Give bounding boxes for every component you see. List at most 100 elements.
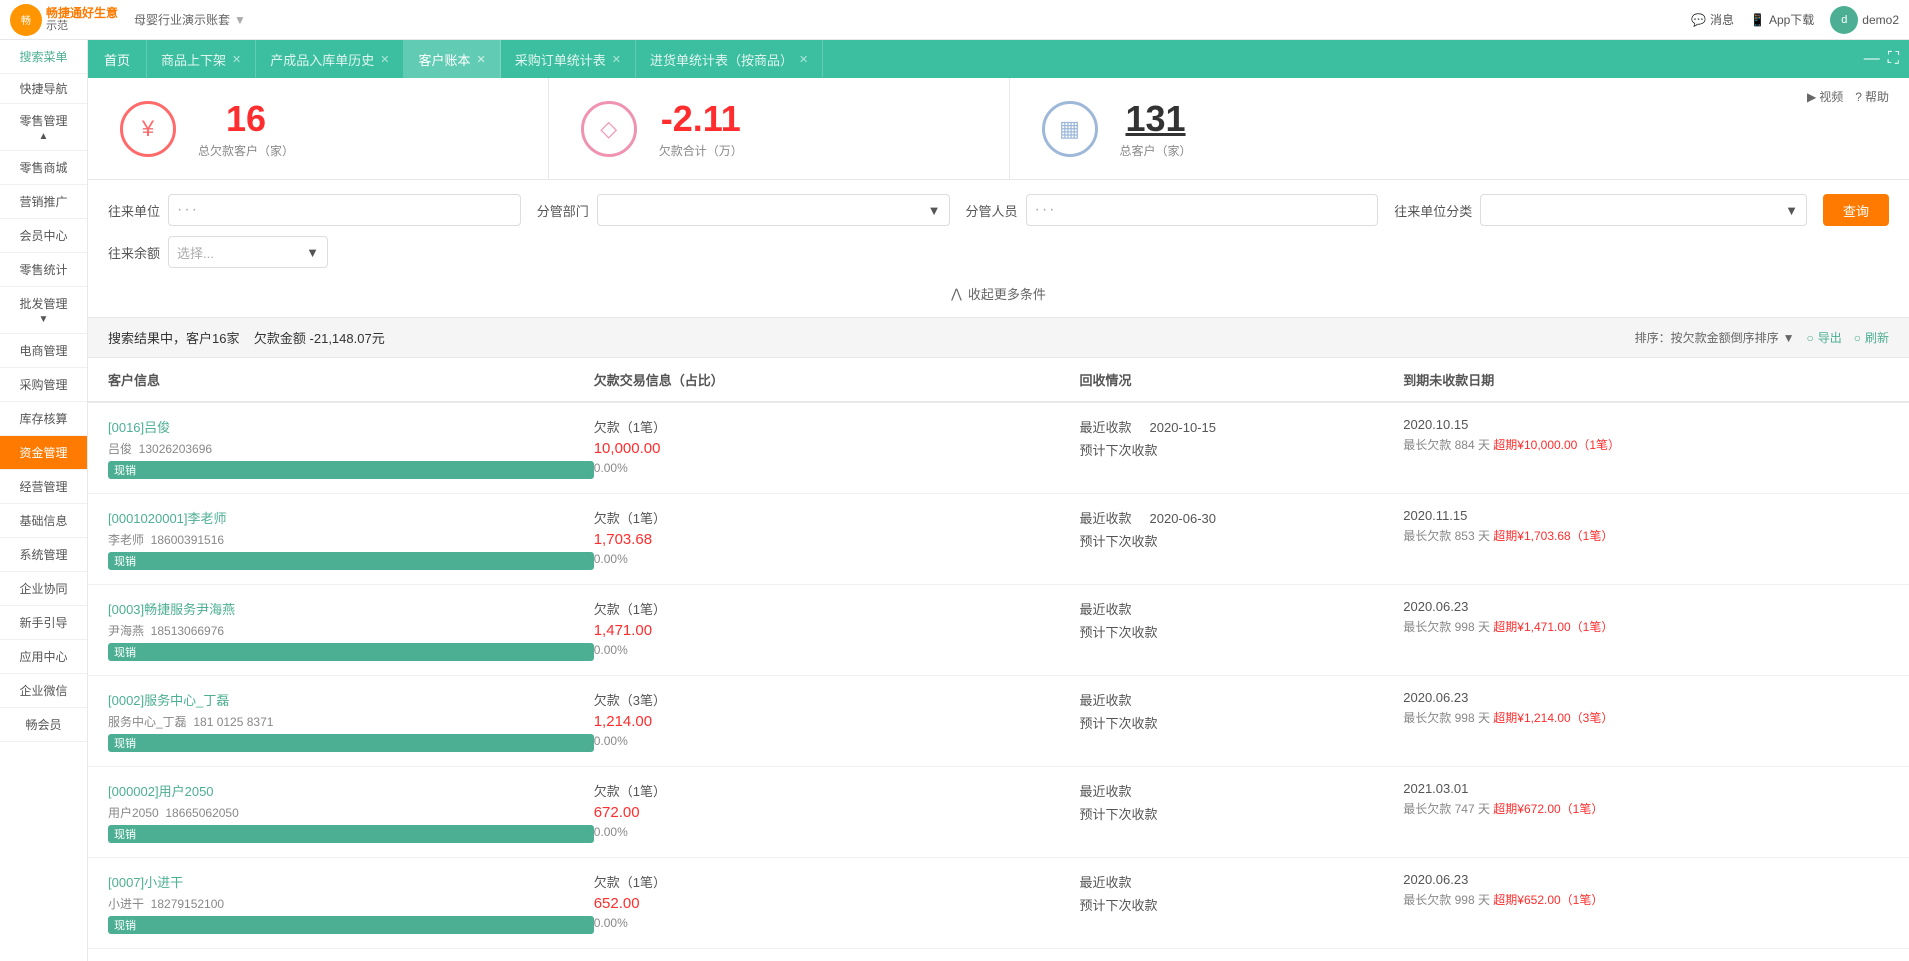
sidebar-item-app-center[interactable]: 应用中心 (0, 640, 87, 674)
customer-name-link[interactable]: [0007]小进干 (108, 872, 594, 891)
chevron-down-icon: ▼ (1785, 203, 1798, 218)
cell-debt-3: 欠款（1笔） 1,471.00 0.00% (594, 599, 1080, 661)
video-btn[interactable]: ▶ 视频 (1807, 88, 1843, 105)
message-btn[interactable]: 💬 消息 (1691, 11, 1734, 28)
customer-name-link[interactable]: [0003]畅捷服务尹海燕 (108, 599, 594, 618)
cell-collection-3: 最近收款 预计下次收款 (1079, 599, 1403, 661)
chevron-up-icon: ▲ (39, 131, 49, 142)
sidebar-item-wholesale[interactable]: 批发管理▼ (0, 287, 87, 334)
sidebar-quick-nav[interactable]: 快捷导航 (0, 74, 87, 104)
cell-collection-4: 最近收款 预计下次收款 (1079, 690, 1403, 752)
sidebar-item-system[interactable]: 系统管理 (0, 538, 87, 572)
close-icon[interactable]: ✕ (799, 53, 808, 66)
sidebar-item-newbie[interactable]: 新手引导 (0, 606, 87, 640)
logo-icon: 畅 (10, 4, 42, 36)
overdue-link[interactable]: 超期¥672.00（1笔） (1493, 802, 1603, 816)
cell-customer-5: [000002]用户2050 用户2050 18665062050 现销 (108, 781, 594, 843)
sidebar-item-corp-collab[interactable]: 企业协同 (0, 572, 87, 606)
sidebar-item-member[interactable]: 会员中心 (0, 219, 87, 253)
app-download-btn[interactable]: 📱 App下载 (1750, 11, 1814, 28)
customer-name-link[interactable]: [000002]用户2050 (108, 781, 594, 800)
tab-collapse-icon[interactable]: — (1864, 50, 1880, 68)
stats-row: ¥ 16 总欠款客户（家） ◇ -2.11 欠款合计（万） (88, 78, 1909, 180)
stat-icon-2: ◇ (579, 99, 639, 159)
debt-customers-label: 总欠款客户（家） (198, 142, 294, 159)
cell-collection-6: 最近收款 预计下次收款 (1079, 872, 1403, 934)
dept-select[interactable]: ▼ (597, 194, 950, 226)
manager-input[interactable]: ··· (1026, 194, 1379, 226)
tab-expand-icon[interactable]: ⛶ (1888, 50, 1899, 68)
help-btn[interactable]: ? 帮助 (1855, 88, 1889, 105)
tab-purchase-product-stats[interactable]: 进货单统计表（按商品） ✕ (636, 40, 823, 78)
collapse-row[interactable]: ⋀ 收起更多条件 (108, 278, 1889, 303)
sidebar-item-purchase[interactable]: 采购管理 (0, 368, 87, 402)
stat-info-2: -2.11 欠款合计（万） (659, 98, 743, 159)
overdue-link[interactable]: 超期¥1,214.00（3笔） (1493, 711, 1613, 725)
top-bar: 畅 畅捷通好生意 示范 母婴行业演示账套 ▼ 💬 消息 📱 App下载 d de… (0, 0, 1909, 40)
refresh-btn[interactable]: ○ 刷新 (1854, 329, 1889, 346)
close-icon[interactable]: ✕ (232, 53, 241, 66)
cell-due-6: 2020.06.23 最长欠款 998 天 超期¥652.00（1笔） (1403, 872, 1889, 934)
diamond-icon: ◇ (581, 101, 637, 157)
sidebar-item-ecommerce[interactable]: 电商管理 (0, 334, 87, 368)
sidebar-item-retail-mgmt[interactable]: 零售管理▲ (0, 104, 87, 151)
brand-sub: 示范 (46, 20, 118, 33)
cell-collection-5: 最近收款 预计下次收款 (1079, 781, 1403, 843)
content-area: 首页 商品上下架 ✕ 产成品入库单历史 ✕ 客户账本 ✕ 采购订单统计表 ✕ 进… (88, 40, 1909, 961)
overdue-link[interactable]: 超期¥1,703.68（1笔） (1493, 529, 1613, 543)
circle-icon: ○ (1806, 331, 1813, 345)
sidebar-item-marketing[interactable]: 营销推广 (0, 185, 87, 219)
results-bar: 搜索结果中，客户16家 欠款金额 -21,148.07元 排序：按欠款金额倒序排… (88, 318, 1909, 358)
table-row: [0003]畅捷服务尹海燕 尹海燕 18513066976 现销 欠款（1笔） … (88, 585, 1909, 676)
total-customers-value: 131 (1125, 98, 1185, 140)
close-icon[interactable]: ✕ (380, 53, 389, 66)
counterparty-input[interactable]: ··· (168, 194, 521, 226)
collapse-icon: ⋀ (951, 286, 962, 302)
tab-customer-ledger[interactable]: 客户账本 ✕ (404, 40, 500, 78)
sidebar-item-wechat[interactable]: 企业微信 (0, 674, 87, 708)
query-button[interactable]: 查询 (1823, 194, 1889, 226)
cell-due-2: 2020.11.15 最长欠款 853 天 超期¥1,703.68（1笔） (1403, 508, 1889, 570)
sidebar-search[interactable]: 搜索菜单 (0, 40, 87, 74)
tab-purchase-stats[interactable]: 采购订单统计表 ✕ (501, 40, 636, 78)
tab-products[interactable]: 商品上下架 ✕ (147, 40, 256, 78)
cell-due-5: 2021.03.01 最长欠款 747 天 超期¥672.00（1笔） (1403, 781, 1889, 843)
logo-area: 畅 畅捷通好生意 示范 (10, 4, 118, 36)
sidebar-item-basic-info[interactable]: 基础信息 (0, 504, 87, 538)
stat-icon-3: ▦ (1040, 99, 1100, 159)
customer-name-link[interactable]: [0016]吕俊 (108, 417, 594, 436)
sidebar-item-operations[interactable]: 经营管理 (0, 470, 87, 504)
cell-debt-5: 欠款（1笔） 672.00 0.00% (594, 781, 1080, 843)
main-layout: 搜索菜单 快捷导航 零售管理▲ 零售商城 营销推广 会员中心 零售统计 批发管理… (0, 40, 1909, 961)
sidebar-item-vip[interactable]: 畅会员 (0, 708, 87, 742)
refresh-icon: ○ (1854, 331, 1861, 345)
filter-area: 往来单位 ··· 分管部门 ▼ 分管人员 (88, 180, 1909, 318)
cell-due-3: 2020.06.23 最长欠款 998 天 超期¥1,471.00（1笔） (1403, 599, 1889, 661)
tab-home[interactable]: 首页 (88, 40, 147, 78)
sidebar-item-retail-mall[interactable]: 零售商城 (0, 151, 87, 185)
overdue-link[interactable]: 超期¥10,000.00（1笔） (1493, 438, 1620, 452)
cell-collection-1: 最近收款 2020-10-15 预计下次收款 (1079, 417, 1403, 479)
customer-name-link[interactable]: [0002]服务中心_丁磊 (108, 690, 594, 709)
cell-customer-4: [0002]服务中心_丁磊 服务中心_丁磊 181 0125 8371 现销 (108, 690, 594, 752)
close-icon[interactable]: ✕ (477, 53, 486, 66)
overdue-link[interactable]: 超期¥1,471.00（1笔） (1493, 620, 1613, 634)
sidebar-item-finance[interactable]: 资金管理 (0, 436, 87, 470)
export-btn[interactable]: ○ 导出 (1806, 329, 1841, 346)
sidebar-item-inventory[interactable]: 库存核算 (0, 402, 87, 436)
balance-select[interactable]: 选择... ▼ (168, 236, 328, 268)
building-icon: ▦ (1042, 101, 1098, 157)
sort-select[interactable]: 排序：按欠款金额倒序排序 ▼ (1635, 329, 1795, 346)
chevron-down-icon: ▼ (306, 245, 319, 260)
user-area[interactable]: d demo2 (1830, 6, 1899, 34)
category-select[interactable]: ▼ (1480, 194, 1807, 226)
results-summary: 搜索结果中，客户16家 欠款金额 -21,148.07元 (108, 328, 385, 347)
cell-debt-2: 欠款（1笔） 1,703.68 0.00% (594, 508, 1080, 570)
th-debt: 欠款交易信息（占比） (594, 370, 1080, 389)
close-icon[interactable]: ✕ (612, 53, 621, 66)
stat-info-1: 16 总欠款客户（家） (198, 98, 294, 159)
overdue-link[interactable]: 超期¥652.00（1笔） (1493, 893, 1603, 907)
sidebar-item-retail-stats[interactable]: 零售统计 (0, 253, 87, 287)
customer-name-link[interactable]: [0001020001]李老师 (108, 508, 594, 527)
tab-product-history[interactable]: 产成品入库单历史 ✕ (256, 40, 404, 78)
